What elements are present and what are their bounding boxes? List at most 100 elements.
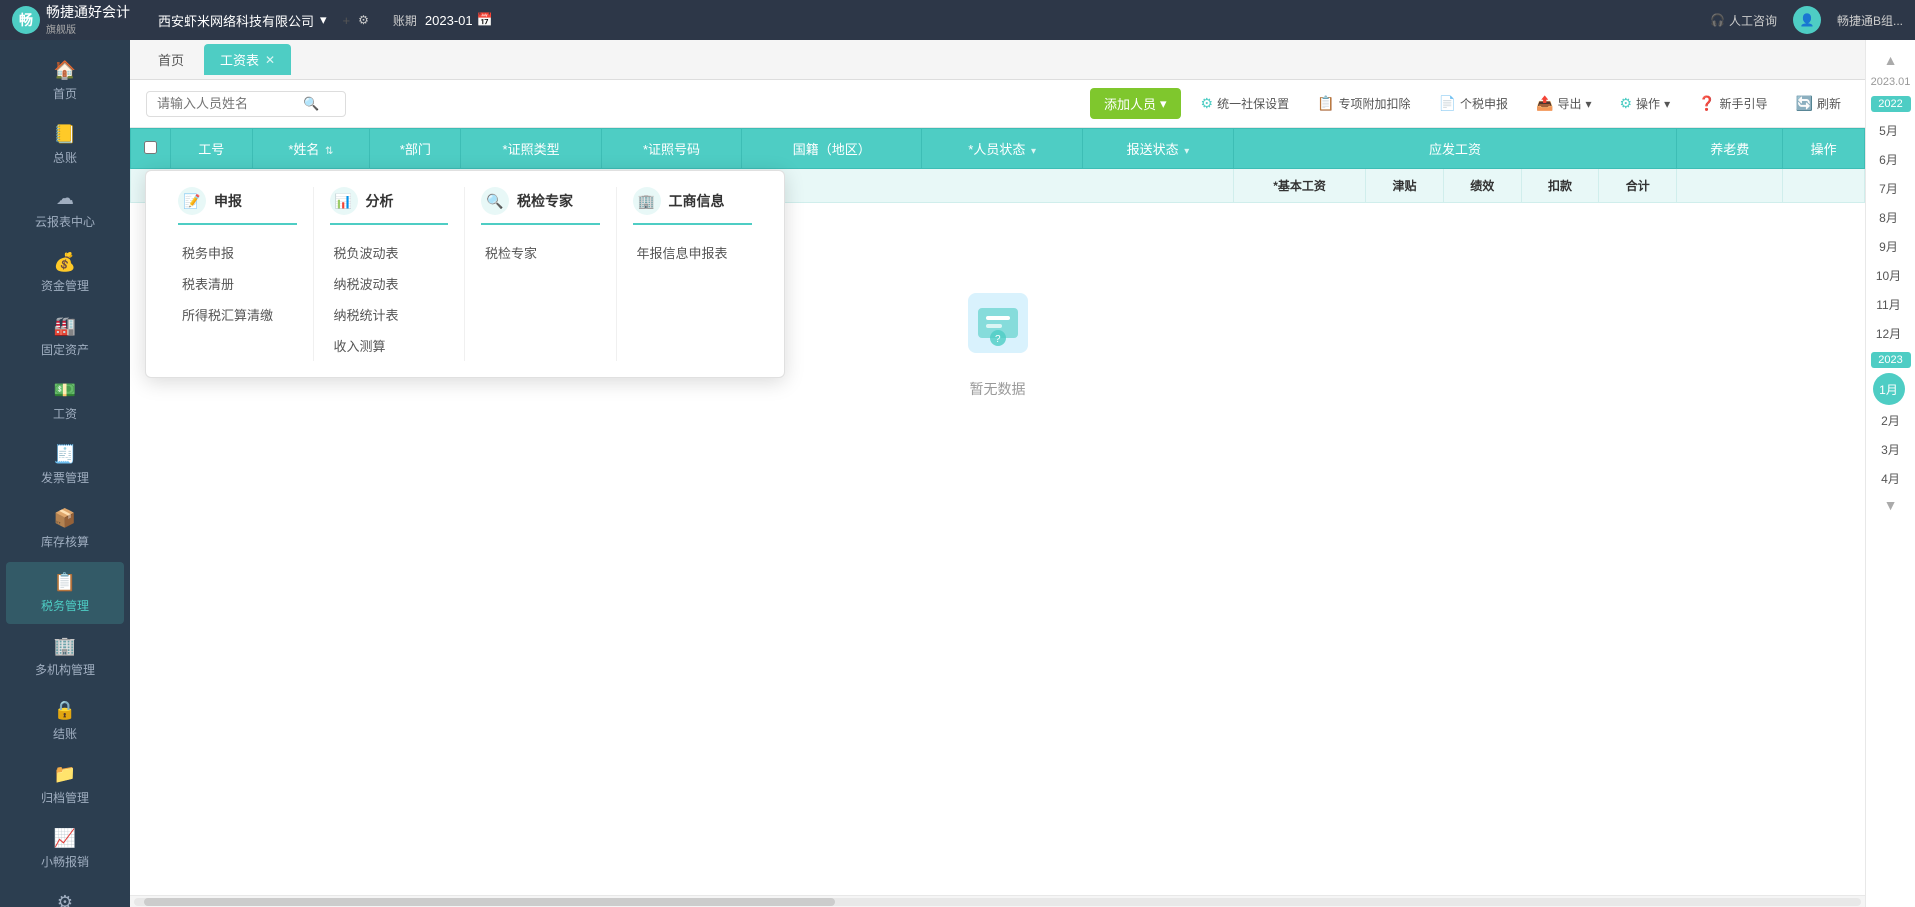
dropdown-section-tax-expert: 🔍 税检专家 税检专家 [465, 187, 617, 361]
timeline-month-2022-11月[interactable]: 11月 [1871, 290, 1907, 318]
dropdown-item-tax-form-clearance[interactable]: 税表清册 [178, 268, 297, 299]
timeline-month-2023-1月[interactable]: 1月 [1873, 373, 1905, 405]
section-title-analysis: 分析 [366, 191, 394, 211]
sidebar-item-multi-org[interactable]: 🏢 多机构管理 [6, 626, 124, 688]
support-btn[interactable]: 🎧 人工咨询 [1710, 12, 1777, 29]
select-all-checkbox[interactable] [144, 141, 157, 154]
sidebar-item-sales[interactable]: 📈 小畅报销 [6, 818, 124, 880]
empty-icon: ? [958, 283, 1038, 363]
settings-icon: ⚙ [358, 13, 369, 27]
company-selector[interactable]: 西安虾米网络科技有限公司 ▾ [150, 7, 335, 34]
multi-org-icon: 🏢 [54, 636, 76, 657]
dropdown-item-tax-statistics[interactable]: 纳税统计表 [330, 299, 449, 330]
dropdown-item-income-calculation[interactable]: 收入测算 [330, 330, 449, 361]
scroll-thumb[interactable] [144, 898, 835, 906]
new-guide-btn[interactable]: ❓ 新手引导 [1690, 91, 1775, 116]
refresh-btn[interactable]: 🔄 刷新 [1788, 91, 1849, 116]
dropdown-item-tax-fluctuation[interactable]: 税负波动表 [330, 237, 449, 268]
avatar-icon: 👤 [1800, 13, 1815, 27]
analysis-icon: 📊 [330, 187, 358, 215]
timeline-month-2023-4月[interactable]: 4月 [1873, 464, 1909, 492]
col-id-type: *证照类型 [461, 129, 601, 169]
dropdown-item-tax-filing[interactable]: 税务申报 [178, 237, 297, 268]
timeline-month-2022-12月[interactable]: 12月 [1871, 319, 1907, 347]
app-logo: 畅 畅捷通好会计 旗舰版 [12, 4, 130, 36]
sidebar-item-close-period[interactable]: 🔒 结账 [6, 690, 124, 752]
operation-icon: ⚙ [1619, 95, 1632, 112]
general-ledger-icon: 📒 [54, 124, 76, 145]
dropdown-item-tax-payment-fluctuation[interactable]: 纳税波动表 [330, 268, 449, 299]
timeline-month-2022-9月[interactable]: 9月 [1871, 232, 1907, 260]
sidebar-label-tax-management: 税务管理 [41, 597, 89, 614]
timeline-month-2023-3月[interactable]: 3月 [1873, 435, 1909, 463]
sidebar-item-cloud-reports[interactable]: ☁ 云报表中心 [6, 178, 124, 240]
section-header-declaration: 📝 申报 [178, 187, 297, 225]
section-title-business-info: 工商信息 [669, 191, 725, 211]
tax-management-dropdown: 📝 申报 税务申报 税表清册 所得税汇算清缴 📊 分析 税负波动表 纳税波动表 … [145, 170, 785, 378]
sidebar-label-inventory: 库存核算 [41, 533, 89, 550]
tax-management-icon: 📋 [54, 572, 76, 593]
export-dropdown-icon: ▾ [1585, 97, 1591, 111]
sidebar-item-inventory[interactable]: 📦 库存核算 [6, 498, 124, 560]
export-btn[interactable]: 📤 导出 ▾ [1528, 91, 1599, 116]
declaration-icon: 📝 [178, 187, 206, 215]
section-title-declaration: 申报 [214, 191, 242, 211]
dropdown-item-tax-expert[interactable]: 税检专家 [481, 237, 600, 268]
toolbar: 🔍 添加人员 ▾ ⚙ 统一社保设置 📋 专项附加扣除 📄 个税申报 📤 导出 [130, 80, 1865, 128]
sidebar-label-sales: 小畅报销 [41, 853, 89, 870]
col-name: *姓名 ⇅ [252, 129, 370, 169]
headset-icon: 🎧 [1710, 13, 1725, 27]
new-guide-icon: ❓ [1698, 95, 1715, 112]
checkbox-header[interactable] [131, 129, 171, 169]
company-dropdown-icon: ▾ [320, 12, 327, 28]
company-settings-btn[interactable]: ⚙ [358, 13, 369, 27]
col-nationality: 国籍（地区） [742, 129, 922, 169]
invoice-management-icon: 🧾 [54, 444, 76, 465]
col-id-number: *证照号码 [601, 129, 741, 169]
sidebar-item-archive[interactable]: 📁 归档管理 [6, 754, 124, 816]
sub-col-op [1783, 169, 1865, 203]
timeline-month-2022-8月[interactable]: 8月 [1871, 203, 1907, 231]
sidebar-item-salary[interactable]: 💵 工资 [6, 370, 124, 432]
sidebar-item-home[interactable]: 🏠 首页 [6, 50, 124, 112]
timeline-month-2022-5月[interactable]: 5月 [1871, 116, 1907, 144]
special-deduction-icon: 📋 [1317, 95, 1334, 112]
search-input[interactable] [157, 96, 297, 111]
timeline-month-2022-6月[interactable]: 6月 [1871, 145, 1907, 173]
tab-home[interactable]: 首页 [142, 44, 200, 75]
timeline-up-arrow[interactable]: ▲ [1879, 48, 1903, 72]
horizontal-scrollbar[interactable] [130, 895, 1865, 907]
sidebar-label-multi-org: 多机构管理 [35, 661, 95, 678]
sub-col-allowance: 津贴 [1366, 169, 1444, 203]
dropdown-item-income-tax-settlement[interactable]: 所得税汇算清缴 [178, 299, 297, 330]
tab-close-btn[interactable]: ✕ [265, 53, 275, 67]
calendar-icon[interactable]: 📅 [477, 12, 493, 28]
fixed-assets-icon: 🏭 [54, 316, 76, 337]
user-avatar[interactable]: 👤 [1793, 6, 1821, 34]
sub-col-performance: 绩效 [1443, 169, 1521, 203]
special-deduction-btn[interactable]: 📋 专项附加扣除 [1309, 91, 1418, 116]
sidebar-item-invoice-management[interactable]: 🧾 发票管理 [6, 434, 124, 496]
sidebar-item-general-ledger[interactable]: 📒 总账 [6, 114, 124, 176]
sidebar-item-basic-settings[interactable]: ⚙ 基础设置 [6, 882, 124, 907]
col-operation: 操作 [1783, 129, 1865, 169]
timeline-month-2022-10月[interactable]: 10月 [1871, 261, 1907, 289]
sidebar-label-cloud-reports: 云报表中心 [35, 213, 95, 230]
add-person-button[interactable]: 添加人员 ▾ [1090, 88, 1181, 119]
timeline-down-arrow[interactable]: ▼ [1879, 493, 1903, 517]
operation-btn[interactable]: ⚙ 操作 ▾ [1611, 91, 1678, 116]
dropdown-item-annual-report[interactable]: 年报信息申报表 [633, 237, 753, 268]
logo-icon: 畅 [12, 6, 40, 34]
timeline-month-2022-7月[interactable]: 7月 [1871, 174, 1907, 202]
sidebar: 🏠 首页 📒 总账 ☁ 云报表中心 💰 资金管理 🏭 固定资产 💵 工资 🧾 发… [0, 40, 130, 907]
sidebar-item-tax-management[interactable]: 📋 税务管理 [6, 562, 124, 624]
user-name: 畅捷通B组... [1837, 12, 1903, 29]
social-insurance-btn[interactable]: ⚙ 统一社保设置 [1193, 91, 1298, 116]
tax-return-btn[interactable]: 📄 个税申报 [1431, 91, 1516, 116]
timeline-month-2023-2月[interactable]: 2月 [1873, 406, 1909, 434]
empty-text: 暂无数据 [970, 379, 1026, 399]
tab-salary-table[interactable]: 工资表 ✕ [204, 44, 291, 75]
sidebar-label-close-period: 结账 [53, 725, 77, 742]
sidebar-item-fixed-assets[interactable]: 🏭 固定资产 [6, 306, 124, 368]
sidebar-item-fund-management[interactable]: 💰 资金管理 [6, 242, 124, 304]
